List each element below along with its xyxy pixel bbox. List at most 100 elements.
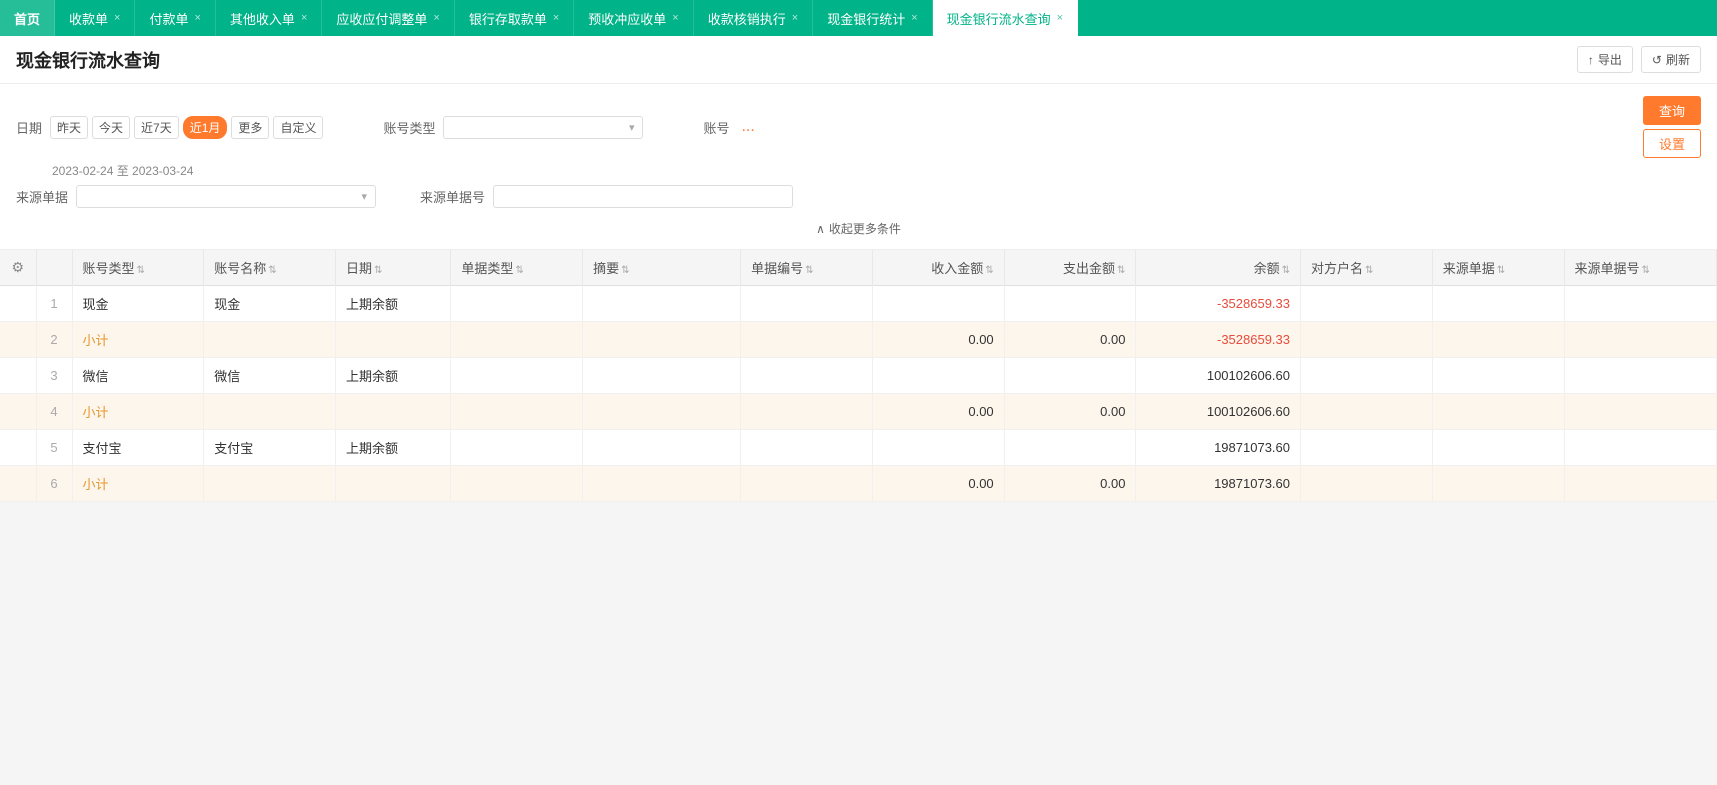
collapse-bar[interactable]: ∧ 收起更多条件 [16,216,1701,241]
nav-item-payment[interactable]: 付款单 × [135,0,215,36]
col-no [36,250,72,286]
cell-doc-no [741,466,873,502]
nav-item-cash-bank-stat[interactable]: 现金银行统计 × [813,0,932,36]
nav-close-cash-bank-stat[interactable]: × [911,12,917,24]
source-doc-select[interactable]: ▾ [76,185,376,208]
nav-close-ar-ap-adjust[interactable]: × [433,12,439,24]
top-nav: 首页 收款单 × 付款单 × 其他收入单 × 应收应付调整单 × 银行存取款单 … [0,0,1717,36]
settings-button[interactable]: 设置 [1643,129,1701,158]
cell-summary [583,430,741,466]
cell-expense: 0.00 [1004,394,1136,430]
cell-balance: 100102606.60 [1136,394,1301,430]
cell-doc-no [741,286,873,322]
sort-source-doc-icon: ⇅ [1497,265,1505,276]
refresh-label: 刷新 [1666,51,1690,68]
cell-source-doc-no [1564,286,1716,322]
cell-source-doc-no [1564,358,1716,394]
cell-counterparty [1301,286,1433,322]
cell-source-doc-no [1564,466,1716,502]
dots-button[interactable]: ... [737,118,758,136]
source-doc-no-input[interactable] [493,185,793,208]
refresh-button[interactable]: ↺ 刷新 [1641,46,1701,73]
nav-item-cash-bank-flow[interactable]: 现金银行流水查询 × [933,0,1078,36]
sort-source-doc-no-icon: ⇅ [1642,265,1650,276]
cell-income: 0.00 [872,322,1004,358]
sort-doc-no-icon: ⇅ [805,265,813,276]
col-summary[interactable]: 摘要⇅ [583,250,741,286]
cell-date: 上期余额 [336,430,451,466]
nav-close-bank-deposit[interactable]: × [553,12,559,24]
col-source-doc-no[interactable]: 来源单据号⇅ [1564,250,1716,286]
nav-label-bank-deposit: 银行存取款单 [469,9,547,28]
cell-account-type: 小计 [72,322,204,358]
collapse-label: 收起更多条件 [829,220,901,237]
col-source-doc[interactable]: 来源单据⇅ [1432,250,1564,286]
nav-item-home[interactable]: 首页 [0,0,55,36]
cell-date [336,394,451,430]
nav-close-other-income[interactable]: × [301,12,307,24]
date-btn-custom[interactable]: 自定义 [273,116,323,139]
col-counterparty[interactable]: 对方户名⇅ [1301,250,1433,286]
date-label: 日期 [16,118,42,137]
cell-doc-no [741,430,873,466]
source-doc-no-label: 来源单据号 [420,187,485,206]
cell-source-doc-no [1564,322,1716,358]
cell-source-doc-no [1564,394,1716,430]
cell-income [872,430,1004,466]
col-date[interactable]: 日期⇅ [336,250,451,286]
data-table: ⚙ 账号类型⇅ 账号名称⇅ 日期⇅ 单据类型⇅ 摘要⇅ [0,250,1717,502]
header-actions: ↑ 导出 ↺ 刷新 [1577,46,1701,73]
date-btn-more[interactable]: 更多 [231,116,269,139]
col-expense[interactable]: 支出金额⇅ [1004,250,1136,286]
col-account-type[interactable]: 账号类型⇅ [72,250,204,286]
col-balance[interactable]: 余额⇅ [1136,250,1301,286]
export-label: 导出 [1598,51,1622,68]
cell-summary [583,358,741,394]
cell-balance: -3528659.33 [1136,286,1301,322]
query-button[interactable]: 查询 [1643,96,1701,125]
nav-item-prepay-offset[interactable]: 预收冲应收单 × [574,0,693,36]
table-row: 6小计0.000.0019871073.60 [0,466,1717,502]
nav-item-ar-ap-adjust[interactable]: 应收应付调整单 × [322,0,454,36]
cell-source-doc [1432,286,1564,322]
nav-close-receipt[interactable]: × [114,12,120,24]
col-doc-no[interactable]: 单据编号⇅ [741,250,873,286]
date-btn-7days[interactable]: 近7天 [134,116,179,139]
nav-label-home: 首页 [14,9,40,28]
cell-doc-type [451,430,583,466]
table-gear-icon[interactable]: ⚙ [11,259,24,275]
nav-close-payment[interactable]: × [194,12,200,24]
sort-expense-icon: ⇅ [1117,265,1125,276]
nav-item-receipt[interactable]: 收款单 × [55,0,135,36]
sort-income-icon: ⇅ [985,265,993,276]
cell-income [872,286,1004,322]
sort-date-icon: ⇅ [374,265,382,276]
date-range-display: 2023-02-24 至 2023-03-24 [52,164,193,178]
cell-account-type: 支付宝 [72,430,204,466]
cell-account-type: 现金 [72,286,204,322]
nav-item-bank-deposit[interactable]: 银行存取款单 × [455,0,574,36]
cell-source-doc-no [1564,430,1716,466]
date-btn-yesterday[interactable]: 昨天 [50,116,88,139]
nav-close-receipt-verify[interactable]: × [792,12,798,24]
export-button[interactable]: ↑ 导出 [1577,46,1633,73]
nav-item-other-income[interactable]: 其他收入单 × [216,0,322,36]
cell-account-name: 现金 [204,286,336,322]
nav-item-receipt-verify[interactable]: 收款核销执行 × [694,0,813,36]
cell-doc-type [451,322,583,358]
account-type-select[interactable]: ▾ [443,116,643,139]
date-btn-today[interactable]: 今天 [92,116,130,139]
col-doc-type[interactable]: 单据类型⇅ [451,250,583,286]
nav-label-payment: 付款单 [149,9,188,28]
col-account-name[interactable]: 账号名称⇅ [204,250,336,286]
col-income[interactable]: 收入金额⇅ [872,250,1004,286]
nav-close-prepay-offset[interactable]: × [672,12,678,24]
cell-account-name [204,466,336,502]
date-btn-1month[interactable]: 近1月 [183,116,228,139]
cell-income: 0.00 [872,394,1004,430]
table-body: 1现金现金上期余额-3528659.332小计0.000.00-3528659.… [0,286,1717,502]
nav-label-receipt-verify: 收款核销执行 [708,9,786,28]
date-options: 昨天 今天 近7天 近1月 更多 自定义 [50,116,323,139]
cell-balance: -3528659.33 [1136,322,1301,358]
nav-close-cash-bank-flow[interactable]: × [1057,12,1063,24]
